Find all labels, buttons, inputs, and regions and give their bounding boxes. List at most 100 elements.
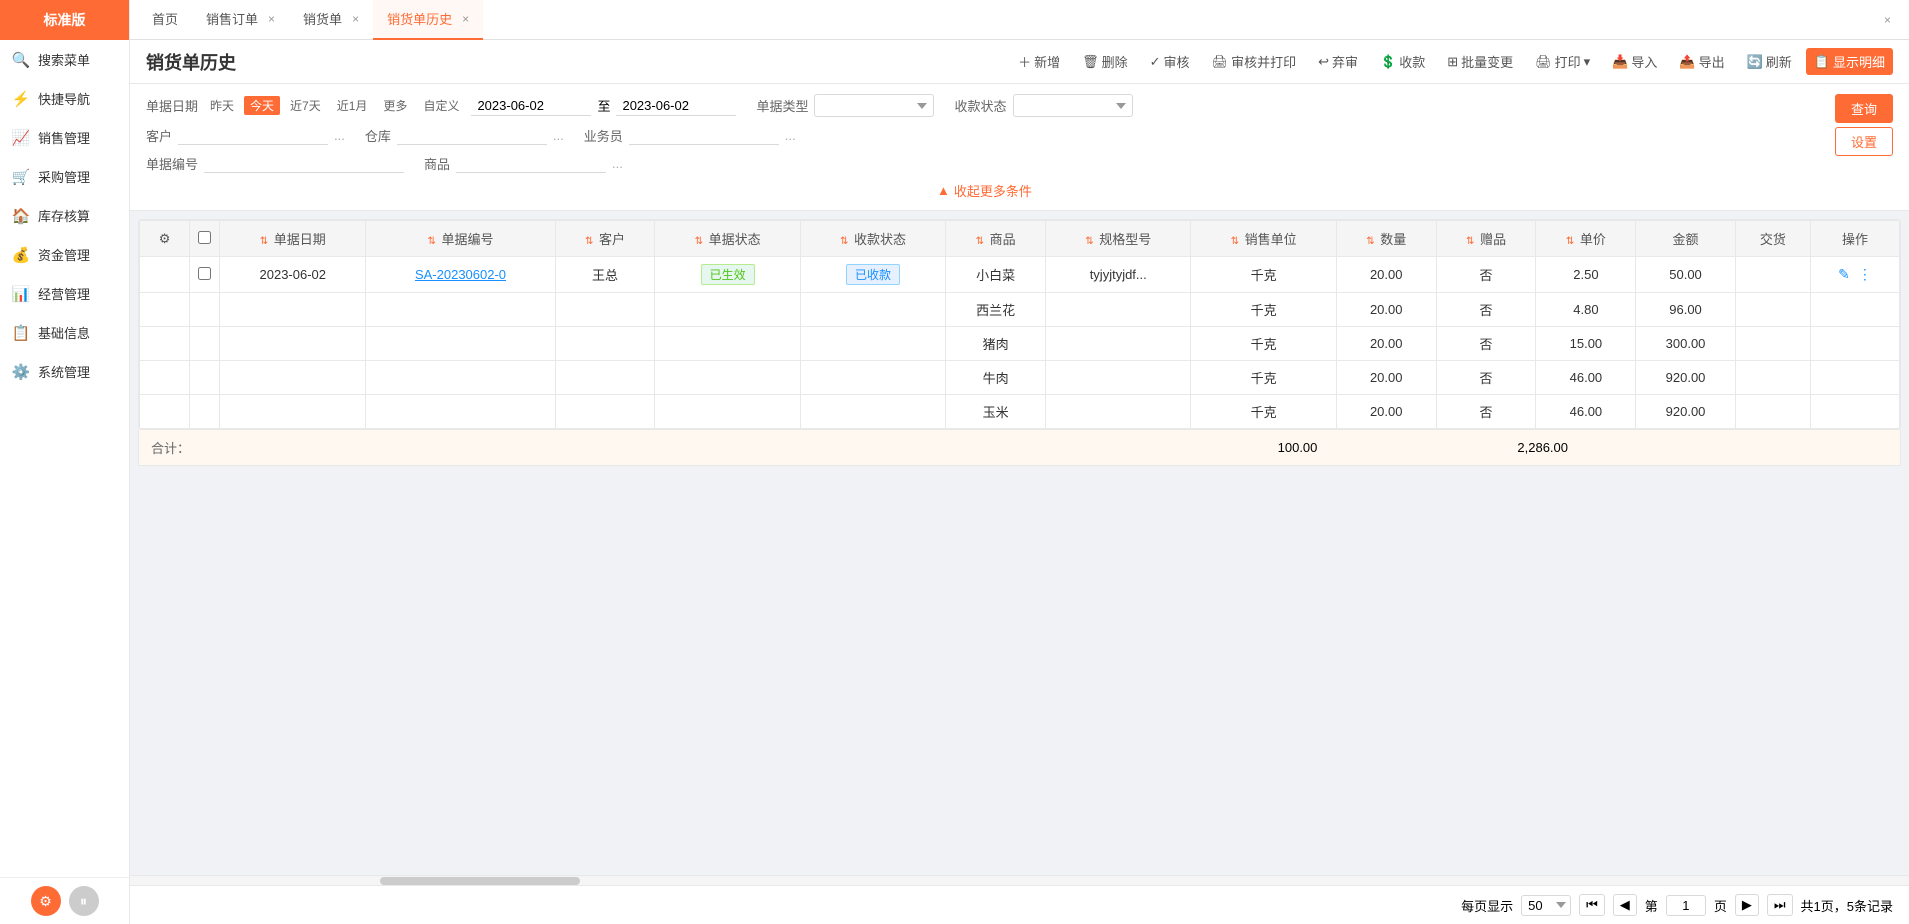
abandon-button[interactable]: ↩ 弃审 <box>1310 48 1366 75</box>
custom-btn[interactable]: 自定义 <box>417 96 465 115</box>
close-all-tabs-btn[interactable]: × <box>1874 13 1901 27</box>
goods-cell: 西兰花 <box>946 293 1046 327</box>
doc-no-input[interactable] <box>204 153 404 173</box>
customer-col-header[interactable]: ⇅ 客户 <box>555 221 655 257</box>
tab-sales-goods[interactable]: 销货单 × <box>289 0 373 40</box>
import-button[interactable]: 📥 导入 <box>1604 48 1665 75</box>
edit-action-icon[interactable]: ✎ <box>1838 266 1850 283</box>
more-action-icon[interactable]: ⋮ <box>1858 266 1872 283</box>
table-footer: 合计： 100.00 2,286.00 <box>138 430 1901 466</box>
amount-cell: 300.00 <box>1636 327 1735 361</box>
sidebar-item-basic-info[interactable]: 📋 基础信息 <box>0 313 129 352</box>
settings-col-header[interactable]: ⚙ <box>140 221 190 257</box>
today-btn[interactable]: 今天 <box>244 96 280 115</box>
sidebar-item-finance[interactable]: 💰 资金管理 <box>0 235 129 274</box>
salesperson-input[interactable] <box>629 125 779 145</box>
customer-picker-btn[interactable]: ... <box>334 128 345 143</box>
doc-no-col-header[interactable]: ⇅ 单据编号 <box>366 221 555 257</box>
payment-status-select[interactable] <box>1013 94 1133 117</box>
new-button[interactable]: ＋ 新增 <box>1010 48 1068 75</box>
close-icon[interactable]: × <box>268 12 275 26</box>
export-button[interactable]: 📤 导出 <box>1671 48 1732 75</box>
batch-change-button[interactable]: ⊞ 批量变更 <box>1439 48 1521 75</box>
actions-cell <box>1811 327 1900 361</box>
close-icon[interactable]: × <box>462 12 469 26</box>
payment-status-cell <box>800 395 945 429</box>
price-cell: 15.00 <box>1536 327 1636 361</box>
select-all-checkbox[interactable] <box>198 231 211 244</box>
doc-date-col-header[interactable]: ⇅ 单据日期 <box>220 221 366 257</box>
more-btn[interactable]: 更多 <box>377 96 413 115</box>
close-icon[interactable]: × <box>352 12 359 26</box>
print-button[interactable]: 🖨 打印 ▾ <box>1527 48 1598 75</box>
sidebar-settings-btn[interactable]: ⚙ <box>31 886 61 916</box>
price-col-header[interactable]: ⇅ 单价 <box>1536 221 1636 257</box>
doc-no-cell <box>366 361 555 395</box>
spec-col-header[interactable]: ⇅ 规格型号 <box>1046 221 1191 257</box>
sort-icon: ⇅ <box>1466 236 1474 247</box>
query-button[interactable]: 查询 <box>1835 94 1893 123</box>
last7-btn[interactable]: 近7天 <box>284 96 327 115</box>
gift-col-header[interactable]: ⇅ 赠品 <box>1436 221 1536 257</box>
show-detail-button[interactable]: 📋 显示明细 <box>1806 48 1893 75</box>
row-checkbox[interactable] <box>198 267 211 280</box>
next-page-btn[interactable]: ▶ <box>1735 894 1759 916</box>
doc-type-select[interactable] <box>814 94 934 117</box>
row-checkbox-cell[interactable] <box>190 395 220 429</box>
qty-col-header[interactable]: ⇅ 数量 <box>1336 221 1436 257</box>
row-checkbox-cell[interactable] <box>190 257 220 293</box>
sidebar-item-label: 快捷导航 <box>38 89 90 108</box>
collapse-filter-btn[interactable]: ▲ 收起更多条件 <box>146 181 1823 200</box>
sidebar-item-operations[interactable]: 📊 经营管理 <box>0 274 129 313</box>
salesperson-picker-btn[interactable]: ... <box>785 128 796 143</box>
collect-button[interactable]: 💲 收款 <box>1372 48 1433 75</box>
page-input[interactable] <box>1666 895 1706 916</box>
date-from-input[interactable] <box>471 96 591 116</box>
spec-cell <box>1046 361 1191 395</box>
customer-cell: 王总 <box>555 257 655 293</box>
goods-input[interactable] <box>456 153 606 173</box>
refresh-button[interactable]: 🔄 刷新 <box>1739 48 1800 75</box>
row-checkbox-cell[interactable] <box>190 327 220 361</box>
audit-button[interactable]: ✓ 审核 <box>1142 48 1198 75</box>
sidebar-pause-btn[interactable]: ⏸ <box>69 886 99 916</box>
tab-sales-order[interactable]: 销售订单 × <box>192 0 289 40</box>
sidebar-item-sales-mgmt[interactable]: 📈 销售管理 <box>0 118 129 157</box>
last-page-btn[interactable]: ⏭ <box>1767 894 1793 916</box>
doc-status-col-header[interactable]: ⇅ 单据状态 <box>655 221 800 257</box>
audit-print-button[interactable]: 🖨 审核并打印 <box>1204 48 1305 75</box>
tab-sales-history[interactable]: 销货单历史 × <box>373 0 483 40</box>
last1m-btn[interactable]: 近1月 <box>331 96 374 115</box>
unit-col-header[interactable]: ⇅ 销售单位 <box>1191 221 1336 257</box>
warehouse-picker-btn[interactable]: ... <box>553 128 564 143</box>
sidebar-item-search[interactable]: 🔍 搜索菜单 <box>0 40 129 79</box>
doc-no-link[interactable]: SA-20230602-0 <box>415 267 506 282</box>
date-to-input[interactable] <box>616 96 736 116</box>
payment-status-col-header[interactable]: ⇅ 收款状态 <box>800 221 945 257</box>
sidebar-item-system-mgmt[interactable]: ⚙️ 系统管理 <box>0 352 129 391</box>
goods-col-header[interactable]: ⇅ 商品 <box>946 221 1046 257</box>
customer-input[interactable] <box>178 125 328 145</box>
tab-home[interactable]: 首页 <box>138 0 192 40</box>
delete-button[interactable]: 🗑 删除 <box>1074 48 1136 75</box>
row-checkbox-cell[interactable] <box>190 293 220 327</box>
sidebar-item-label: 销售管理 <box>38 128 90 147</box>
first-page-btn[interactable]: ⏮ <box>1579 894 1605 916</box>
page-size-select[interactable]: 20 50 100 <box>1521 895 1571 916</box>
warehouse-input[interactable] <box>397 125 547 145</box>
payment-status-cell <box>800 293 945 327</box>
goods-picker-btn[interactable]: ... <box>612 156 623 171</box>
yesterday-btn[interactable]: 昨天 <box>204 96 240 115</box>
horizontal-scrollbar[interactable] <box>130 875 1909 885</box>
prev-page-btn[interactable]: ◀ <box>1613 894 1637 916</box>
sidebar-item-inventory[interactable]: 🏠 库存核算 <box>0 196 129 235</box>
qty-cell: 20.00 <box>1336 327 1436 361</box>
sidebar-item-purchase-mgmt[interactable]: 🛒 采购管理 <box>0 157 129 196</box>
plus-icon: ＋ <box>1018 52 1031 71</box>
column-settings-icon[interactable]: ⚙ <box>159 231 171 246</box>
checkbox-col-header[interactable] <box>190 221 220 257</box>
sidebar-item-quick-nav[interactable]: ⚡ 快捷导航 <box>0 79 129 118</box>
row-checkbox-cell[interactable] <box>190 361 220 395</box>
scrollbar-thumb[interactable] <box>380 877 580 885</box>
filter-settings-button[interactable]: 设置 <box>1835 127 1893 156</box>
